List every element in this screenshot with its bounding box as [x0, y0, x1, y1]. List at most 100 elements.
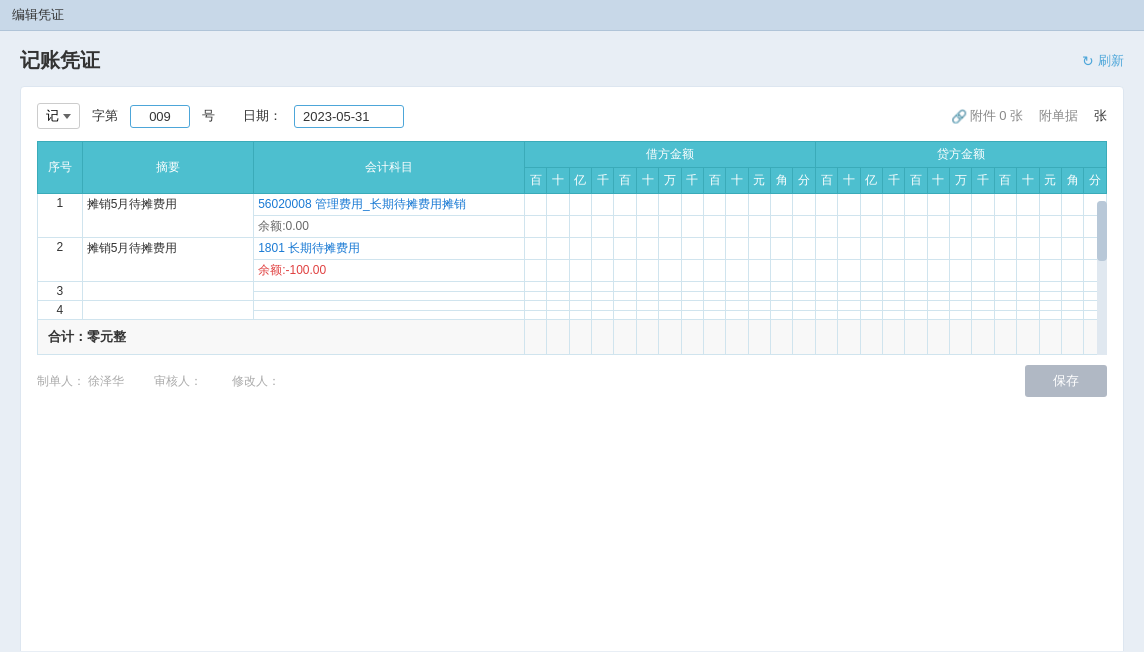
- row-balance-digit-2-10[interactable]: [748, 291, 770, 301]
- row-balance-digit-0-13[interactable]: [815, 216, 837, 238]
- row-digit-1-23[interactable]: [1039, 238, 1061, 260]
- row-balance-digit-1-24[interactable]: [1061, 260, 1083, 282]
- row-digit-2-19[interactable]: [950, 282, 972, 292]
- row-balance-digit-1-21[interactable]: [994, 260, 1016, 282]
- row-balance-digit-0-5[interactable]: [636, 216, 658, 238]
- row-summary-0[interactable]: 摊销5月待摊费用: [82, 194, 253, 238]
- row-balance-digit-2-13[interactable]: [815, 291, 837, 301]
- row-balance-digit-0-7[interactable]: [681, 216, 703, 238]
- row-digit-1-5[interactable]: [636, 238, 658, 260]
- row-digit-2-20[interactable]: [972, 282, 994, 292]
- row-account-1[interactable]: 1801 长期待摊费用: [254, 238, 525, 260]
- row-balance-digit-3-7[interactable]: [681, 310, 703, 320]
- row-digit-3-11[interactable]: [770, 301, 792, 311]
- row-digit-2-16[interactable]: [883, 282, 905, 292]
- row-digit-1-13[interactable]: [815, 238, 837, 260]
- row-digit-3-10[interactable]: [748, 301, 770, 311]
- save-button[interactable]: 保存: [1025, 365, 1107, 397]
- row-digit-1-10[interactable]: [748, 238, 770, 260]
- row-balance-digit-3-11[interactable]: [770, 310, 792, 320]
- row-digit-3-6[interactable]: [659, 301, 681, 311]
- row-balance-digit-1-12[interactable]: [793, 260, 816, 282]
- row-summary-2[interactable]: [82, 282, 253, 301]
- row-digit-3-1[interactable]: [547, 301, 569, 311]
- row-digit-2-22[interactable]: [1017, 282, 1039, 292]
- row-digit-0-18[interactable]: [927, 194, 949, 216]
- row-digit-3-12[interactable]: [793, 301, 816, 311]
- row-digit-3-16[interactable]: [883, 301, 905, 311]
- row-digit-3-4[interactable]: [614, 301, 636, 311]
- row-digit-2-17[interactable]: [905, 282, 927, 292]
- row-digit-3-9[interactable]: [726, 301, 748, 311]
- row-balance-digit-1-9[interactable]: [726, 260, 748, 282]
- row-balance-digit-2-9[interactable]: [726, 291, 748, 301]
- row-digit-0-17[interactable]: [905, 194, 927, 216]
- row-balance-digit-1-0[interactable]: [525, 260, 547, 282]
- row-balance-digit-0-8[interactable]: [703, 216, 725, 238]
- row-balance-digit-0-1[interactable]: [547, 216, 569, 238]
- row-balance-digit-0-4[interactable]: [614, 216, 636, 238]
- row-balance-digit-1-4[interactable]: [614, 260, 636, 282]
- row-digit-3-5[interactable]: [636, 301, 658, 311]
- row-digit-1-6[interactable]: [659, 238, 681, 260]
- attachment-link[interactable]: 🔗 附件 0 张: [951, 107, 1023, 125]
- row-balance-digit-0-2[interactable]: [569, 216, 591, 238]
- row-digit-1-20[interactable]: [972, 238, 994, 260]
- row-digit-2-4[interactable]: [614, 282, 636, 292]
- row-digit-0-13[interactable]: [815, 194, 837, 216]
- row-balance-digit-1-11[interactable]: [770, 260, 792, 282]
- row-balance-digit-3-1[interactable]: [547, 310, 569, 320]
- row-balance-digit-1-3[interactable]: [592, 260, 614, 282]
- row-digit-2-13[interactable]: [815, 282, 837, 292]
- row-digit-0-10[interactable]: [748, 194, 770, 216]
- row-balance-digit-2-12[interactable]: [793, 291, 816, 301]
- attach-single-link[interactable]: 附单据: [1039, 107, 1078, 125]
- row-balance-digit-2-7[interactable]: [681, 291, 703, 301]
- row-digit-0-5[interactable]: [636, 194, 658, 216]
- row-balance-digit-0-18[interactable]: [927, 216, 949, 238]
- row-digit-3-15[interactable]: [860, 301, 882, 311]
- row-balance-digit-0-11[interactable]: [770, 216, 792, 238]
- row-digit-0-23[interactable]: [1039, 194, 1061, 216]
- row-digit-0-22[interactable]: [1017, 194, 1039, 216]
- row-balance-digit-1-14[interactable]: [838, 260, 860, 282]
- row-balance-digit-3-22[interactable]: [1017, 310, 1039, 320]
- row-balance-digit-1-16[interactable]: [883, 260, 905, 282]
- row-digit-0-6[interactable]: [659, 194, 681, 216]
- voucher-type-button[interactable]: 记: [37, 103, 80, 129]
- row-digit-3-20[interactable]: [972, 301, 994, 311]
- row-balance-digit-1-15[interactable]: [860, 260, 882, 282]
- row-summary-1[interactable]: 摊销5月待摊费用: [82, 238, 253, 282]
- row-balance-digit-3-2[interactable]: [569, 310, 591, 320]
- scrollbar-thumb[interactable]: [1097, 201, 1107, 261]
- row-balance-digit-2-18[interactable]: [927, 291, 949, 301]
- row-balance-digit-0-22[interactable]: [1017, 216, 1039, 238]
- row-balance-digit-1-1[interactable]: [547, 260, 569, 282]
- row-balance-digit-2-20[interactable]: [972, 291, 994, 301]
- row-digit-2-8[interactable]: [703, 282, 725, 292]
- row-digit-2-21[interactable]: [994, 282, 1016, 292]
- row-digit-2-10[interactable]: [748, 282, 770, 292]
- row-balance-digit-3-0[interactable]: [525, 310, 547, 320]
- row-balance-digit-2-2[interactable]: [569, 291, 591, 301]
- row-digit-0-7[interactable]: [681, 194, 703, 216]
- row-digit-3-19[interactable]: [950, 301, 972, 311]
- row-balance-digit-2-6[interactable]: [659, 291, 681, 301]
- row-balance-digit-3-24[interactable]: [1061, 310, 1083, 320]
- row-balance-digit-3-14[interactable]: [838, 310, 860, 320]
- row-balance-digit-2-21[interactable]: [994, 291, 1016, 301]
- row-digit-1-16[interactable]: [883, 238, 905, 260]
- row-balance-digit-2-1[interactable]: [547, 291, 569, 301]
- row-balance-digit-3-3[interactable]: [592, 310, 614, 320]
- row-balance-digit-0-0[interactable]: [525, 216, 547, 238]
- row-digit-1-17[interactable]: [905, 238, 927, 260]
- row-digit-2-18[interactable]: [927, 282, 949, 292]
- row-digit-2-12[interactable]: [793, 282, 816, 292]
- row-digit-0-11[interactable]: [770, 194, 792, 216]
- row-balance-digit-1-20[interactable]: [972, 260, 994, 282]
- row-digit-0-16[interactable]: [883, 194, 905, 216]
- row-balance-digit-3-4[interactable]: [614, 310, 636, 320]
- row-balance-digit-3-15[interactable]: [860, 310, 882, 320]
- row-balance-digit-1-19[interactable]: [950, 260, 972, 282]
- row-balance-digit-3-21[interactable]: [994, 310, 1016, 320]
